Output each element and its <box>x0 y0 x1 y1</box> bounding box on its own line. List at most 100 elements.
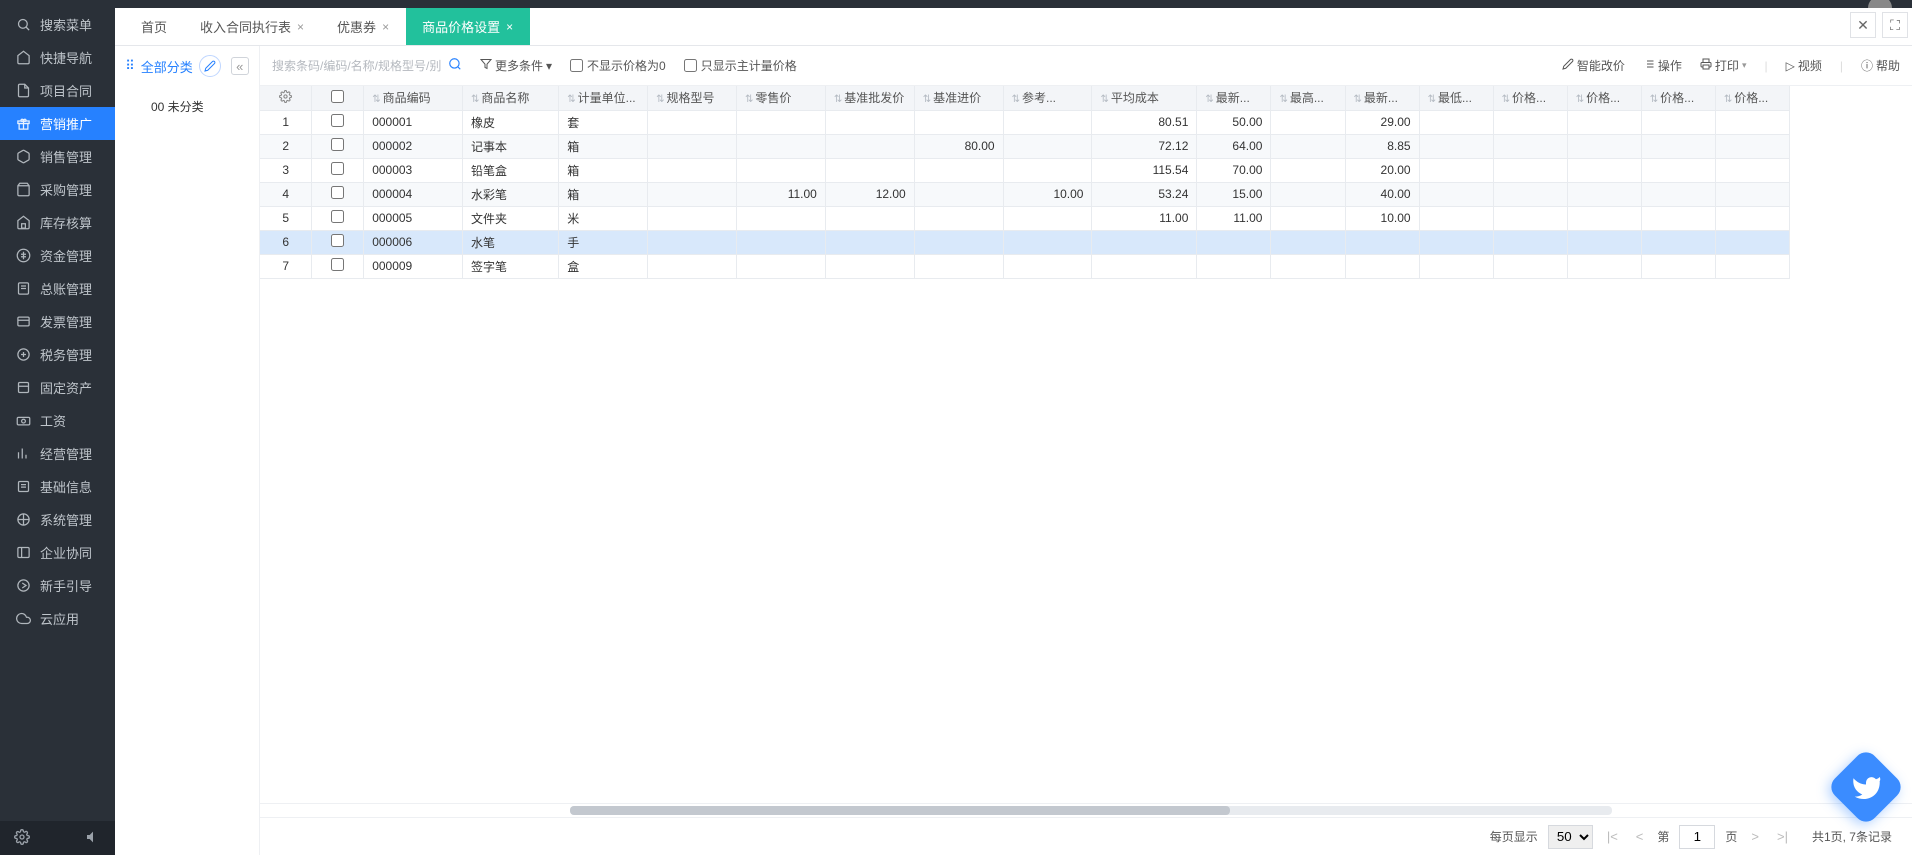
table-cell[interactable] <box>1419 230 1493 254</box>
table-cell[interactable] <box>1567 182 1641 206</box>
table-cell[interactable]: 1 <box>260 110 312 134</box>
column-header[interactable]: ⇅基准批发价 <box>825 86 914 110</box>
table-cell[interactable]: 米 <box>559 206 648 230</box>
sort-icon[interactable]: ⇅ <box>1724 94 1732 105</box>
sidebar-item-0[interactable]: 搜索菜单 <box>0 8 115 41</box>
table-row[interactable]: 6000006水笔手 <box>260 230 1790 254</box>
table-cell[interactable] <box>1493 110 1567 134</box>
category-node[interactable]: 00 未分类 <box>115 92 259 121</box>
table-cell[interactable] <box>1271 134 1345 158</box>
table-cell[interactable]: 铅笔盒 <box>462 158 558 182</box>
table-cell[interactable] <box>914 254 1003 278</box>
table-row[interactable]: 4000004水彩笔箱11.0012.0010.0053.2415.0040.0… <box>260 182 1790 206</box>
table-cell[interactable] <box>648 182 737 206</box>
table-cell[interactable] <box>736 230 825 254</box>
table-cell[interactable]: 40.00 <box>1345 182 1419 206</box>
table-cell[interactable]: 箱 <box>559 134 648 158</box>
column-header[interactable]: ⇅参考... <box>1003 86 1092 110</box>
tab-0[interactable]: 首页 <box>125 8 184 45</box>
table-cell[interactable] <box>1493 206 1567 230</box>
close-icon[interactable]: × <box>506 20 513 34</box>
sidebar-item-16[interactable]: 企业协同 <box>0 536 115 569</box>
last-page-button[interactable]: >| <box>1773 829 1792 844</box>
sort-icon[interactable]: ⇅ <box>1576 94 1584 105</box>
table-cell[interactable]: 000004 <box>364 182 463 206</box>
table-cell[interactable]: 80.00 <box>914 134 1003 158</box>
table-cell[interactable] <box>1419 254 1493 278</box>
column-header[interactable]: ⇅价格... <box>1567 86 1641 110</box>
table-cell[interactable] <box>1641 206 1715 230</box>
table-cell[interactable] <box>1567 206 1641 230</box>
table-cell[interactable]: 箱 <box>559 182 648 206</box>
table-cell[interactable] <box>736 110 825 134</box>
sort-icon[interactable]: ⇅ <box>656 94 664 105</box>
table-cell[interactable] <box>1003 158 1092 182</box>
table-cell[interactable] <box>736 254 825 278</box>
table-row[interactable]: 3000003铅笔盒箱115.5470.0020.00 <box>260 158 1790 182</box>
column-header[interactable]: ⇅最新... <box>1197 86 1271 110</box>
table-cell[interactable]: 000005 <box>364 206 463 230</box>
horizontal-scrollbar[interactable] <box>260 803 1912 817</box>
table-cell[interactable]: 29.00 <box>1345 110 1419 134</box>
table-cell[interactable] <box>1419 134 1493 158</box>
help-button[interactable]: ⓘ 帮助 <box>1861 57 1900 74</box>
table-cell[interactable] <box>825 230 914 254</box>
table-cell[interactable] <box>648 254 737 278</box>
table-cell[interactable]: 2 <box>260 134 312 158</box>
column-header[interactable]: ⇅价格... <box>1641 86 1715 110</box>
sidebar-item-2[interactable]: 项目合同 <box>0 74 115 107</box>
column-header[interactable]: ⇅商品编码 <box>364 86 463 110</box>
table-cell[interactable]: 000001 <box>364 110 463 134</box>
sort-icon[interactable]: ⇅ <box>1012 94 1020 105</box>
table-cell[interactable] <box>1003 254 1092 278</box>
print-button[interactable]: 打印 ▾ <box>1700 57 1747 74</box>
table-cell[interactable] <box>736 206 825 230</box>
table-cell[interactable] <box>312 230 364 254</box>
close-icon[interactable]: × <box>297 20 304 34</box>
table-cell[interactable]: 3 <box>260 158 312 182</box>
column-header[interactable]: ⇅规格型号 <box>648 86 737 110</box>
first-page-button[interactable]: |< <box>1603 829 1622 844</box>
table-cell[interactable] <box>825 134 914 158</box>
smart-price-button[interactable]: 智能改价 <box>1562 57 1625 74</box>
table-cell[interactable]: 10.00 <box>1345 206 1419 230</box>
all-categories-link[interactable]: 全部分类 <box>141 57 193 76</box>
page-input[interactable] <box>1679 825 1715 849</box>
table-cell[interactable] <box>1419 158 1493 182</box>
edit-category-button[interactable] <box>199 55 221 77</box>
sidebar-item-14[interactable]: 基础信息 <box>0 470 115 503</box>
table-cell[interactable] <box>825 206 914 230</box>
table-cell[interactable]: 手 <box>559 230 648 254</box>
sort-icon[interactable]: ⇅ <box>1354 94 1362 105</box>
table-cell[interactable]: 20.00 <box>1345 158 1419 182</box>
collapse-category-button[interactable]: « <box>231 57 249 75</box>
table-cell[interactable]: 水笔 <box>462 230 558 254</box>
table-cell[interactable] <box>914 110 1003 134</box>
sort-icon[interactable]: ⇅ <box>372 94 380 105</box>
table-cell[interactable] <box>1271 230 1345 254</box>
more-filter-button[interactable]: 更多条件 ▾ <box>480 57 552 74</box>
sort-icon[interactable]: ⇅ <box>834 94 842 105</box>
column-header[interactable]: ⇅最高... <box>1271 86 1345 110</box>
sidebar-item-12[interactable]: 工资 <box>0 404 115 437</box>
table-cell[interactable]: 签字笔 <box>462 254 558 278</box>
table-cell[interactable] <box>1567 158 1641 182</box>
table-cell[interactable] <box>1419 110 1493 134</box>
table-cell[interactable]: 6 <box>260 230 312 254</box>
table-cell[interactable]: 橡皮 <box>462 110 558 134</box>
table-cell[interactable] <box>1715 230 1789 254</box>
row-checkbox[interactable] <box>331 114 344 127</box>
table-row[interactable]: 5000005文件夹米11.0011.0010.00 <box>260 206 1790 230</box>
table-cell[interactable] <box>1419 182 1493 206</box>
column-header[interactable] <box>260 86 312 110</box>
table-cell[interactable] <box>312 254 364 278</box>
table-cell[interactable]: 盒 <box>559 254 648 278</box>
table-cell[interactable] <box>1567 254 1641 278</box>
table-cell[interactable]: 8.85 <box>1345 134 1419 158</box>
select-all-checkbox[interactable] <box>331 90 344 103</box>
table-cell[interactable] <box>1493 230 1567 254</box>
table-cell[interactable] <box>1003 206 1092 230</box>
table-cell[interactable] <box>1715 110 1789 134</box>
settings-icon[interactable] <box>14 829 30 848</box>
sidebar-item-4[interactable]: 销售管理 <box>0 140 115 173</box>
